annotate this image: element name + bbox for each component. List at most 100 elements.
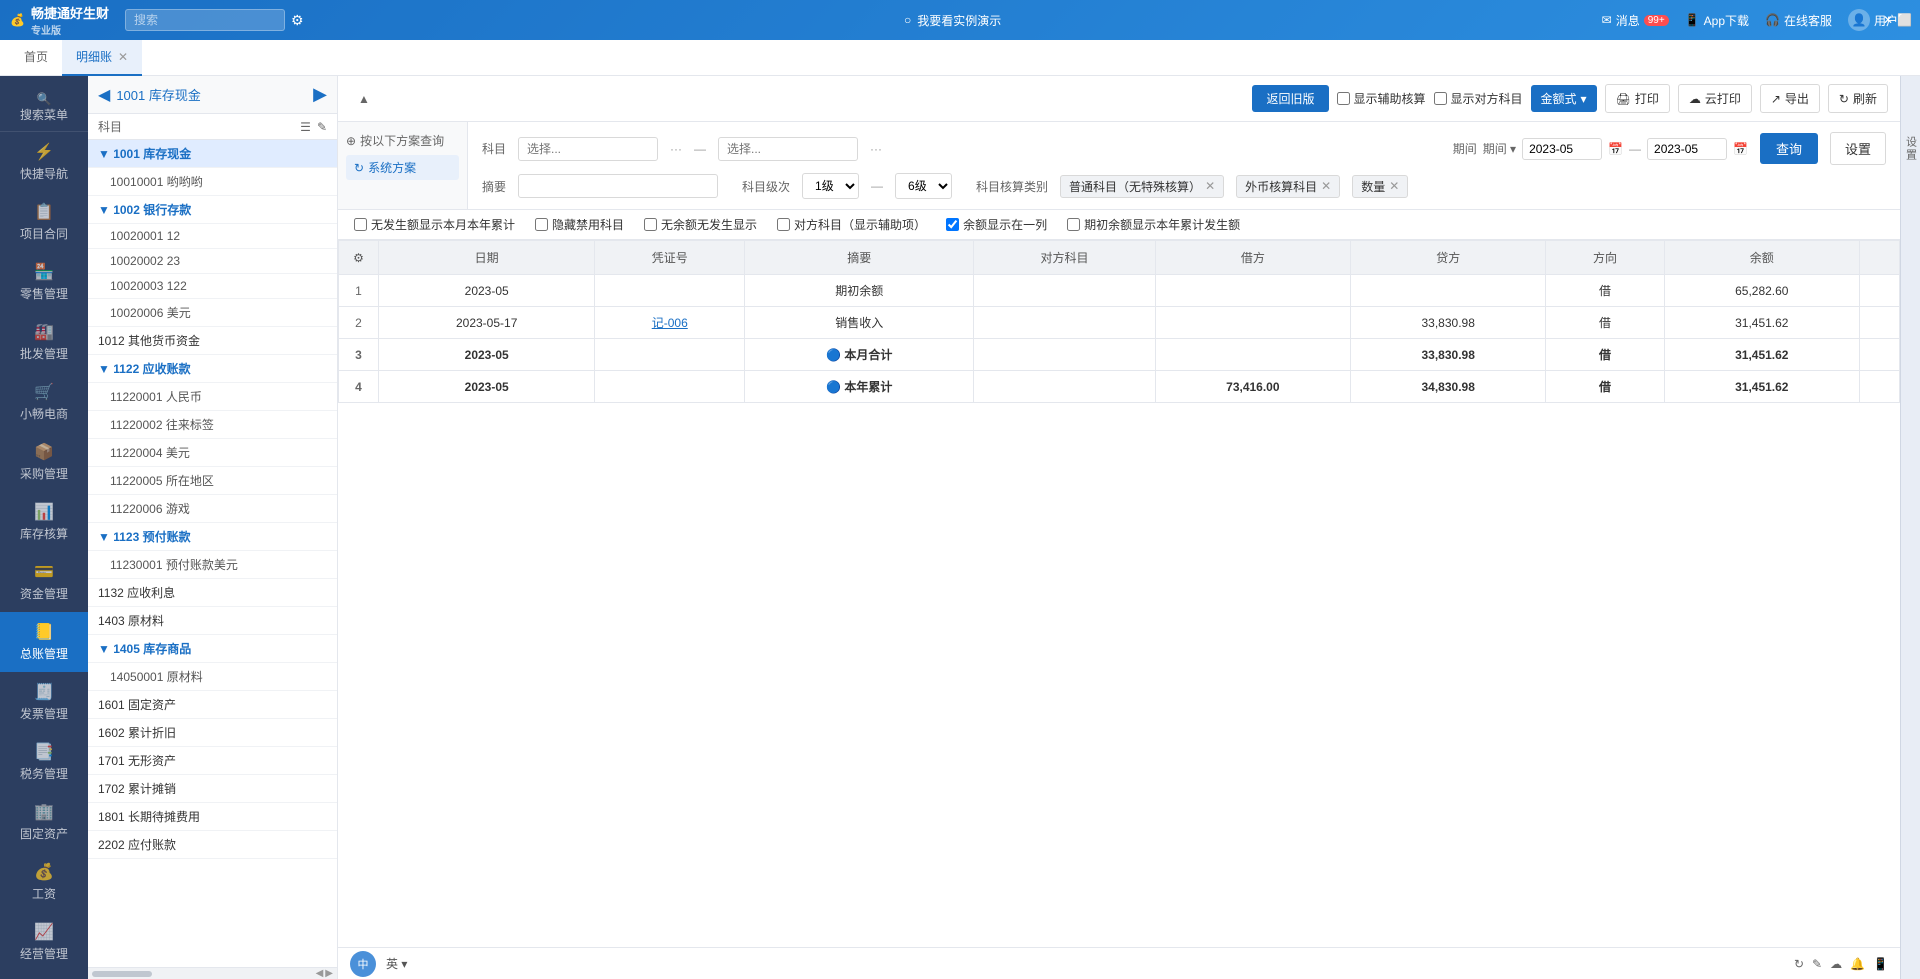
- tree-item-2202[interactable]: 2202 应付账款: [88, 831, 337, 859]
- refresh-btn[interactable]: ↻ 刷新: [1828, 84, 1888, 113]
- cb-show-beginning-label[interactable]: 期初余额显示本年累计发生额: [1067, 216, 1240, 233]
- subject-input[interactable]: [518, 137, 658, 161]
- tree-item-1122[interactable]: ▼ 1122 应收账款: [88, 355, 337, 383]
- sidebar-item-salary[interactable]: 💰 工资: [0, 852, 88, 912]
- col-settings[interactable]: ⚙: [339, 241, 379, 275]
- cb-hide-disabled[interactable]: [535, 218, 548, 231]
- cloud-bottom-icon[interactable]: ☁: [1830, 957, 1842, 971]
- cb-balance-one-col-label[interactable]: 余额显示在一列: [946, 216, 1047, 233]
- sidebar-item-operations[interactable]: 📈 经营管理: [0, 912, 88, 972]
- window-close[interactable]: ✕: [1883, 13, 1893, 27]
- translate-btn[interactable]: 中: [350, 951, 376, 977]
- tree-item-1002[interactable]: ▼ 1002 银行存款: [88, 196, 337, 224]
- tree-item-10020003[interactable]: 10020003 122: [88, 274, 337, 299]
- query-btn[interactable]: 查询: [1760, 133, 1818, 164]
- sidebar-item-purchase[interactable]: 📦 采购管理: [0, 432, 88, 492]
- sidebar-item-inventory[interactable]: 📊 库存核算: [0, 492, 88, 552]
- tree-item-11220006[interactable]: 11220006 游戏: [88, 495, 337, 523]
- window-maximize[interactable]: ⬜: [1897, 13, 1912, 27]
- bell-icon[interactable]: 🔔: [1850, 957, 1865, 971]
- tree-item-11230001[interactable]: 11230001 预付账款美元: [88, 551, 337, 579]
- message-btn[interactable]: ✉ 消息 99+: [1602, 12, 1669, 29]
- period-end-input[interactable]: [1647, 138, 1727, 160]
- filter-dots-1[interactable]: ···: [670, 142, 682, 156]
- tab-home[interactable]: 首页: [10, 40, 62, 76]
- row-2-voucher[interactable]: 记-006: [595, 307, 745, 339]
- tree-item-10010001[interactable]: 10010001 哟哟哟: [88, 168, 337, 196]
- tree-item-10020001[interactable]: 10020001 12: [88, 224, 337, 249]
- settings-icon[interactable]: ⚙: [291, 12, 304, 29]
- export-btn[interactable]: ↗ 导出: [1760, 84, 1820, 113]
- refresh-bottom-icon[interactable]: ↻: [1794, 957, 1804, 971]
- sidebar-item-shortcut[interactable]: ⚡ 快捷导航: [0, 132, 88, 192]
- settings-side-text[interactable]: 设置: [1903, 136, 1919, 162]
- cloud-print-btn[interactable]: ☁ 云打印: [1678, 84, 1752, 113]
- level-start-select[interactable]: 1级 2级: [802, 173, 859, 199]
- cb-no-zero[interactable]: [644, 218, 657, 231]
- sidebar-item-assets[interactable]: 🏢 固定资产: [0, 792, 88, 852]
- cb-no-zero-label[interactable]: 无余额无发生显示: [644, 216, 757, 233]
- tag-normal-close[interactable]: ✕: [1205, 179, 1215, 193]
- sidebar-item-retail[interactable]: 🏪 零售管理: [0, 252, 88, 312]
- online-service-btn[interactable]: 🎧 在线客服: [1765, 12, 1832, 29]
- tree-item-1405[interactable]: ▼ 1405 库存商品: [88, 635, 337, 663]
- tab-detail[interactable]: 明细账 ✕: [62, 40, 142, 76]
- collapse-more-btn[interactable]: ▲: [350, 88, 382, 110]
- edit-icon[interactable]: ✎: [1812, 957, 1822, 971]
- tree-item-1132[interactable]: 1132 应收利息: [88, 579, 337, 607]
- system-scheme-item[interactable]: ↻ 系统方案: [346, 155, 459, 180]
- tab-detail-close[interactable]: ✕: [118, 50, 128, 64]
- cb-hide-disabled-label[interactable]: 隐藏禁用科目: [535, 216, 624, 233]
- cb-show-opposite-label[interactable]: 对方科目（显示辅助项）: [777, 216, 926, 233]
- show-aux-checkbox[interactable]: [1337, 92, 1350, 105]
- selected-account-label[interactable]: 1001 库存现金: [116, 85, 307, 104]
- sidebar-item-search[interactable]: 🔍 搜索菜单: [0, 84, 88, 132]
- sidebar-item-ledger[interactable]: 📒 总账管理: [0, 612, 88, 672]
- tree-item-11220001[interactable]: 11220001 人民币: [88, 383, 337, 411]
- tree-item-1001[interactable]: ▼ 1001 库存现金: [88, 140, 337, 168]
- tree-item-1701[interactable]: 1701 无形资产: [88, 747, 337, 775]
- period-start-input[interactable]: [1522, 138, 1602, 160]
- return-old-btn[interactable]: 返回旧版: [1252, 85, 1328, 112]
- sidebar-item-ecommerce[interactable]: 🛒 小畅电商: [0, 372, 88, 432]
- sidebar-item-tax[interactable]: 📑 税务管理: [0, 732, 88, 792]
- settings-btn[interactable]: 设置: [1830, 132, 1886, 165]
- tree-item-1012[interactable]: 1012 其他货币资金: [88, 327, 337, 355]
- tree-item-1403[interactable]: 1403 原材料: [88, 607, 337, 635]
- cb-no-balance-label[interactable]: 无发生额显示本月本年累计: [354, 216, 515, 233]
- tag-foreign-close[interactable]: ✕: [1321, 179, 1331, 193]
- calendar-icon-1[interactable]: 📅: [1608, 142, 1623, 156]
- subject-end-input[interactable]: [718, 137, 858, 161]
- nav-right-icon[interactable]: ▶: [313, 84, 327, 105]
- sidebar-item-invoice[interactable]: 🧾 发票管理: [0, 672, 88, 732]
- sidebar-item-sales[interactable]: 💸 小畅报销: [0, 972, 88, 979]
- lang-label[interactable]: 英 ▾: [386, 955, 407, 972]
- cb-show-beginning[interactable]: [1067, 218, 1080, 231]
- level-end-select[interactable]: 6级 5级: [895, 173, 952, 199]
- cb-no-balance[interactable]: [354, 218, 367, 231]
- app-download-btn[interactable]: 📱 App下载: [1685, 12, 1749, 29]
- sidebar-item-wholesale[interactable]: 🏭 批发管理: [0, 312, 88, 372]
- period-type-dropdown[interactable]: 期间 ▾: [1483, 140, 1516, 157]
- tree-item-1801[interactable]: 1801 长期待摊费用: [88, 803, 337, 831]
- tree-item-11220002[interactable]: 11220002 往来标签: [88, 411, 337, 439]
- tree-item-14050001[interactable]: 14050001 原材料: [88, 663, 337, 691]
- tree-item-11220004[interactable]: 11220004 美元: [88, 439, 337, 467]
- tree-scroll-left[interactable]: ◀: [316, 968, 324, 979]
- tree-scroll-right[interactable]: ▶: [325, 968, 333, 979]
- show-opposite-checkbox[interactable]: [1434, 92, 1447, 105]
- nav-left-icon[interactable]: ◀: [98, 85, 110, 105]
- print-btn[interactable]: 🖨 打印: [1605, 84, 1670, 113]
- tree-item-1602[interactable]: 1602 累计折旧: [88, 719, 337, 747]
- top-search-input[interactable]: [125, 9, 285, 31]
- tree-item-10020006[interactable]: 10020006 美元: [88, 299, 337, 327]
- cb-balance-one-col[interactable]: [946, 218, 959, 231]
- amount-format-btn[interactable]: 金额式 ▾: [1531, 85, 1597, 112]
- tree-list-icon[interactable]: ☰: [300, 120, 311, 134]
- voucher-link[interactable]: 记-006: [652, 316, 688, 330]
- tree-scrollbar[interactable]: [92, 971, 152, 977]
- sidebar-item-project[interactable]: 📋 项目合同: [0, 192, 88, 252]
- tree-edit-icon[interactable]: ✎: [317, 120, 327, 134]
- tree-item-1601[interactable]: 1601 固定资产: [88, 691, 337, 719]
- mobile-icon[interactable]: 📱: [1873, 957, 1888, 971]
